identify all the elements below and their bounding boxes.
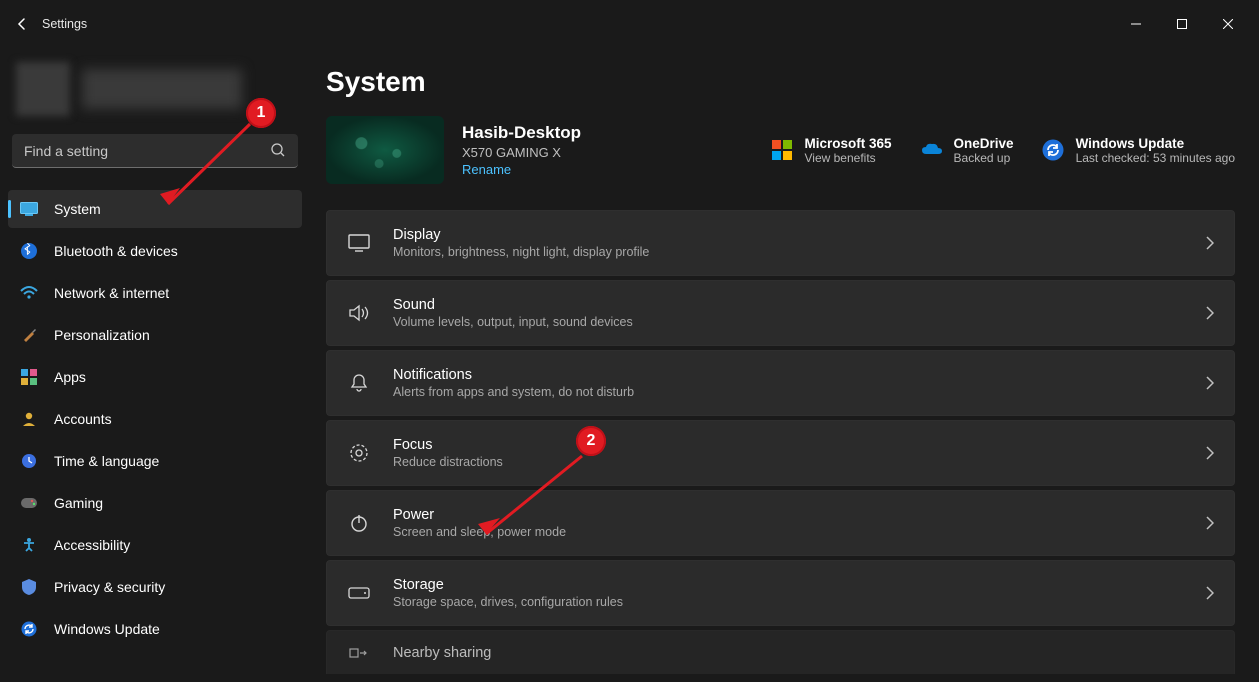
card-sub: Volume levels, output, input, sound devi… (393, 315, 633, 329)
search-icon (270, 142, 286, 158)
back-button[interactable] (8, 10, 36, 38)
status-title: Microsoft 365 (805, 136, 892, 151)
title-bar: Settings (0, 0, 1259, 48)
chevron-right-icon (1206, 446, 1214, 460)
onedrive-icon (920, 139, 942, 161)
nav-label: System (54, 201, 101, 217)
device-model: X570 GAMING X (462, 145, 581, 160)
card-title: Sound (393, 297, 633, 313)
display-icon (347, 234, 371, 252)
status-sub: View benefits (805, 151, 892, 165)
sound-icon (347, 304, 371, 322)
card-storage[interactable]: Storage Storage space, drives, configurat… (326, 560, 1235, 626)
share-icon (347, 646, 371, 660)
nav-label: Network & internet (54, 285, 169, 301)
nav-label: Accounts (54, 411, 112, 427)
bluetooth-icon (20, 243, 38, 259)
update-icon (1042, 139, 1064, 161)
maximize-button[interactable] (1159, 8, 1205, 40)
card-sub: Monitors, brightness, night light, displ… (393, 245, 649, 259)
rename-link[interactable]: Rename (462, 162, 581, 177)
annotation-badge-1: 1 (246, 98, 276, 128)
app-title: Settings (42, 17, 87, 31)
card-sub: Storage space, drives, configuration rul… (393, 595, 623, 609)
clock-icon (20, 453, 38, 469)
nav-item-network[interactable]: Network & internet (8, 274, 302, 312)
nav-label: Personalization (54, 327, 150, 343)
settings-cards: Display Monitors, brightness, night light… (326, 210, 1235, 674)
nav-item-apps[interactable]: Apps (8, 358, 302, 396)
device-row: Hasib-Desktop X570 GAMING X Rename Micro… (326, 116, 1235, 184)
focus-icon (347, 443, 371, 463)
bell-icon (347, 373, 371, 393)
status-windows-update[interactable]: Windows UpdateLast checked: 53 minutes a… (1042, 136, 1235, 165)
nav-label: Time & language (54, 453, 159, 469)
status-title: OneDrive (954, 136, 1014, 151)
close-button[interactable] (1205, 8, 1251, 40)
nav-label: Accessibility (54, 537, 130, 553)
card-notifications[interactable]: Notifications Alerts from apps and system… (326, 350, 1235, 416)
card-focus[interactable]: FocusReduce distractions (326, 420, 1235, 486)
gamepad-icon (20, 497, 38, 509)
chevron-right-icon (1206, 306, 1214, 320)
shield-icon (20, 579, 38, 595)
nav-label: Bluetooth & devices (54, 243, 178, 259)
card-title: Nearby sharing (393, 645, 491, 661)
user-name (82, 69, 242, 109)
paintbrush-icon (20, 327, 38, 343)
annotation-badge-2: 2 (576, 426, 606, 456)
card-display[interactable]: Display Monitors, brightness, night light… (326, 210, 1235, 276)
nav-item-privacy[interactable]: Privacy & security (8, 568, 302, 606)
annotation-arrow-1 (150, 118, 260, 218)
chevron-right-icon (1206, 376, 1214, 390)
nav-item-personalization[interactable]: Personalization (8, 316, 302, 354)
ms365-icon (771, 139, 793, 161)
status-title: Windows Update (1076, 136, 1235, 151)
status-sub: Backed up (954, 151, 1014, 165)
card-nearby-sharing[interactable]: Nearby sharing (326, 630, 1235, 674)
nav-label: Apps (54, 369, 86, 385)
nav-label: Privacy & security (54, 579, 165, 595)
person-icon (20, 411, 38, 427)
device-name: Hasib-Desktop (462, 123, 581, 143)
nav-item-gaming[interactable]: Gaming (8, 484, 302, 522)
status-sub: Last checked: 53 minutes ago (1076, 151, 1235, 165)
update-icon (20, 621, 38, 637)
card-power[interactable]: PowerScreen and sleep, power mode (326, 490, 1235, 556)
content-area: System Hasib-Desktop X570 GAMING X Renam… (310, 48, 1259, 682)
nav-item-windows-update[interactable]: Windows Update (8, 610, 302, 648)
system-icon (20, 202, 38, 216)
device-image (326, 116, 444, 184)
card-title: Display (393, 227, 649, 243)
power-icon (347, 513, 371, 533)
accessibility-icon (20, 537, 38, 553)
nav-item-time-language[interactable]: Time & language (8, 442, 302, 480)
chevron-right-icon (1206, 586, 1214, 600)
card-title: Notifications (393, 367, 634, 383)
card-title: Storage (393, 577, 623, 593)
apps-icon (20, 369, 38, 385)
nav-item-accessibility[interactable]: Accessibility (8, 526, 302, 564)
minimize-button[interactable] (1113, 8, 1159, 40)
chevron-right-icon (1206, 236, 1214, 250)
avatar (16, 62, 70, 116)
status-onedrive[interactable]: OneDriveBacked up (920, 136, 1014, 165)
card-sub: Alerts from apps and system, do not dist… (393, 385, 634, 399)
window-controls (1113, 8, 1251, 40)
wifi-icon (20, 286, 38, 300)
card-sound[interactable]: Sound Volume levels, output, input, sound… (326, 280, 1235, 346)
nav-item-bluetooth[interactable]: Bluetooth & devices (8, 232, 302, 270)
nav-list: System Bluetooth & devices Network & int… (8, 190, 302, 648)
storage-icon (347, 587, 371, 599)
nav-item-accounts[interactable]: Accounts (8, 400, 302, 438)
nav-label: Windows Update (54, 621, 160, 637)
page-title: System (326, 66, 1235, 98)
annotation-arrow-2 (466, 450, 596, 550)
nav-label: Gaming (54, 495, 103, 511)
chevron-right-icon (1206, 516, 1214, 530)
status-ms365[interactable]: Microsoft 365View benefits (771, 136, 892, 165)
